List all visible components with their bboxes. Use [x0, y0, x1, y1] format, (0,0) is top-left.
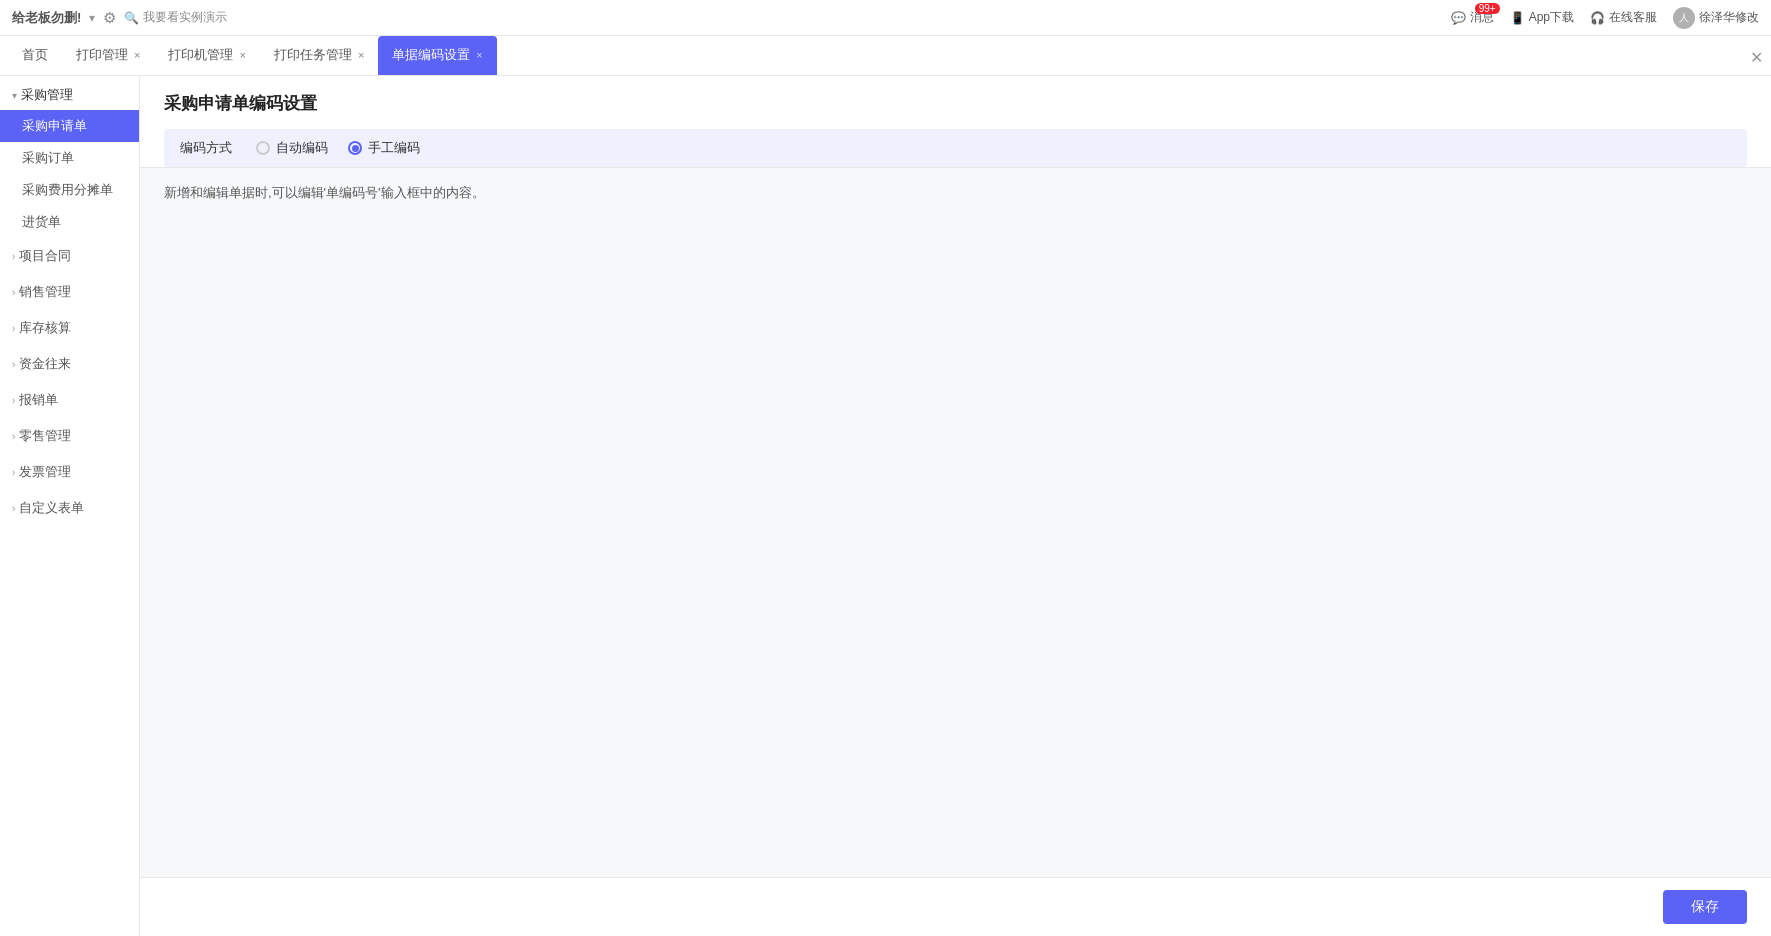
sidebar-group-retail-label: 零售管理 — [19, 427, 71, 445]
chevron-right-icon: › — [12, 251, 15, 262]
tab-printer-manage-close[interactable]: × — [239, 49, 245, 61]
sidebar-item-stock-in-label: 进货单 — [22, 214, 61, 229]
top-bar-right: 💬 消息 99+ 📱 App下载 🎧 在线客服 人 徐泽华修改 — [1451, 7, 1759, 29]
page-title: 采购申请单编码设置 — [164, 92, 1747, 115]
tab-printer-manage[interactable]: 打印机管理 × — [154, 36, 259, 75]
message-button[interactable]: 💬 消息 99+ — [1451, 9, 1494, 26]
tab-barcode-setting-label: 单据编码设置 — [392, 46, 470, 64]
sidebar-group-custom-form[interactable]: › 自定义表单 — [0, 490, 139, 526]
sidebar-group-fund-label: 资金往来 — [19, 355, 71, 373]
sidebar-group-retail[interactable]: › 零售管理 — [0, 418, 139, 454]
sidebar-item-purchase-expense[interactable]: 采购费用分摊单 — [0, 174, 139, 206]
sidebar-group-invoice-label: 发票管理 — [19, 463, 71, 481]
brand-label[interactable]: 给老板勿删! — [12, 9, 81, 27]
sidebar-item-stock-in[interactable]: 进货单 — [0, 206, 139, 238]
chevron-right-icon: › — [12, 287, 15, 298]
content-header: 采购申请单编码设置 编码方式 自动编码 手工编码 — [140, 76, 1771, 168]
sidebar-group-sales-label: 销售管理 — [19, 283, 71, 301]
radio-auto-encode[interactable]: 自动编码 — [256, 139, 328, 157]
message-badge: 99+ — [1475, 3, 1500, 14]
tab-barcode-setting[interactable]: 单据编码设置 × — [378, 36, 496, 75]
sidebar: ▾ 采购管理 采购申请单 采购订单 采购费用分摊单 进货单 › 项目合同 › 销… — [0, 76, 140, 936]
radio-manual-label: 手工编码 — [368, 139, 420, 157]
tab-barcode-setting-close[interactable]: × — [476, 49, 482, 61]
settings-icon[interactable]: ⚙ — [103, 9, 116, 27]
radio-auto-label: 自动编码 — [276, 139, 328, 157]
chevron-down-icon: ▾ — [12, 90, 17, 101]
chevron-right-icon: › — [12, 503, 15, 514]
radio-auto-circle — [256, 141, 270, 155]
radio-manual-circle — [348, 141, 362, 155]
search-bar[interactable]: 🔍 我要看实例演示 — [124, 9, 227, 26]
user-profile-button[interactable]: 人 徐泽华修改 — [1673, 7, 1759, 29]
sidebar-group-inventory-label: 库存核算 — [19, 319, 71, 337]
tab-bar-close-icon[interactable]: ✕ — [1750, 48, 1763, 75]
tab-printer-manage-label: 打印机管理 — [168, 46, 233, 64]
avatar: 人 — [1673, 7, 1695, 29]
sidebar-item-purchase-expense-label: 采购费用分摊单 — [22, 182, 113, 197]
brand-chevron-icon[interactable]: ▾ — [89, 11, 95, 25]
encoding-method-label: 编码方式 — [180, 139, 232, 157]
chevron-right-icon: › — [12, 395, 15, 406]
tab-print-manage[interactable]: 打印管理 × — [62, 36, 154, 75]
top-bar-left: 给老板勿删! ▾ ⚙ 🔍 我要看实例演示 — [12, 9, 227, 27]
search-icon: 🔍 — [124, 11, 139, 25]
chevron-right-icon: › — [12, 467, 15, 478]
content-footer: 保存 — [140, 877, 1771, 936]
sidebar-group-purchase[interactable]: ▾ 采购管理 — [0, 76, 139, 110]
sidebar-group-purchase-label: 采购管理 — [21, 86, 73, 104]
app-download-button[interactable]: 📱 App下载 — [1510, 9, 1574, 26]
tab-print-task-close[interactable]: × — [358, 49, 364, 61]
radio-group-encoding: 自动编码 手工编码 — [256, 139, 420, 157]
chevron-right-icon: › — [12, 359, 15, 370]
sidebar-item-purchase-request-label: 采购申请单 — [22, 118, 87, 133]
sidebar-group-invoice[interactable]: › 发票管理 — [0, 454, 139, 490]
sidebar-item-purchase-request[interactable]: 采购申请单 — [0, 110, 139, 142]
content-area: 采购申请单编码设置 编码方式 自动编码 手工编码 新增和编辑单据时,可以编辑'单… — [140, 76, 1771, 936]
sidebar-group-custom-form-label: 自定义表单 — [19, 499, 84, 517]
tab-print-task-label: 打印任务管理 — [274, 46, 352, 64]
radio-manual-encode[interactable]: 手工编码 — [348, 139, 420, 157]
message-icon: 💬 — [1451, 11, 1466, 25]
tab-home-label: 首页 — [22, 46, 48, 64]
sidebar-item-purchase-order-label: 采购订单 — [22, 150, 74, 165]
chevron-right-icon: › — [12, 323, 15, 334]
save-button[interactable]: 保存 — [1663, 890, 1747, 924]
sidebar-group-returns[interactable]: › 报销单 — [0, 382, 139, 418]
online-service-label: 在线客服 — [1609, 9, 1657, 26]
headset-icon: 🎧 — [1590, 11, 1605, 25]
sidebar-item-purchase-order[interactable]: 采购订单 — [0, 142, 139, 174]
sidebar-group-inventory[interactable]: › 库存核算 — [0, 310, 139, 346]
top-bar: 给老板勿删! ▾ ⚙ 🔍 我要看实例演示 💬 消息 99+ 📱 App下载 🎧 … — [0, 0, 1771, 36]
chevron-right-icon: › — [12, 431, 15, 442]
sidebar-group-sales[interactable]: › 销售管理 — [0, 274, 139, 310]
content-body: 新增和编辑单据时,可以编辑'单编码号'输入框中的内容。 — [140, 168, 1771, 877]
app-download-icon: 📱 — [1510, 11, 1525, 25]
online-service-button[interactable]: 🎧 在线客服 — [1590, 9, 1657, 26]
tab-print-task[interactable]: 打印任务管理 × — [260, 36, 378, 75]
app-download-label: App下载 — [1529, 9, 1574, 26]
tab-home[interactable]: 首页 — [8, 36, 62, 75]
sidebar-group-fund[interactable]: › 资金往来 — [0, 346, 139, 382]
search-text[interactable]: 我要看实例演示 — [143, 9, 227, 26]
hint-text: 新增和编辑单据时,可以编辑'单编码号'输入框中的内容。 — [164, 184, 1747, 202]
sidebar-group-project-label: 项目合同 — [19, 247, 71, 265]
tab-bar: 首页 打印管理 × 打印机管理 × 打印任务管理 × 单据编码设置 × ✕ — [0, 36, 1771, 76]
tab-print-manage-label: 打印管理 — [76, 46, 128, 64]
encoding-method-row: 编码方式 自动编码 手工编码 — [164, 129, 1747, 167]
main-layout: ▾ 采购管理 采购申请单 采购订单 采购费用分摊单 进货单 › 项目合同 › 销… — [0, 76, 1771, 936]
sidebar-group-project[interactable]: › 项目合同 — [0, 238, 139, 274]
user-name: 徐泽华修改 — [1699, 9, 1759, 26]
sidebar-group-returns-label: 报销单 — [19, 391, 58, 409]
tab-print-manage-close[interactable]: × — [134, 49, 140, 61]
